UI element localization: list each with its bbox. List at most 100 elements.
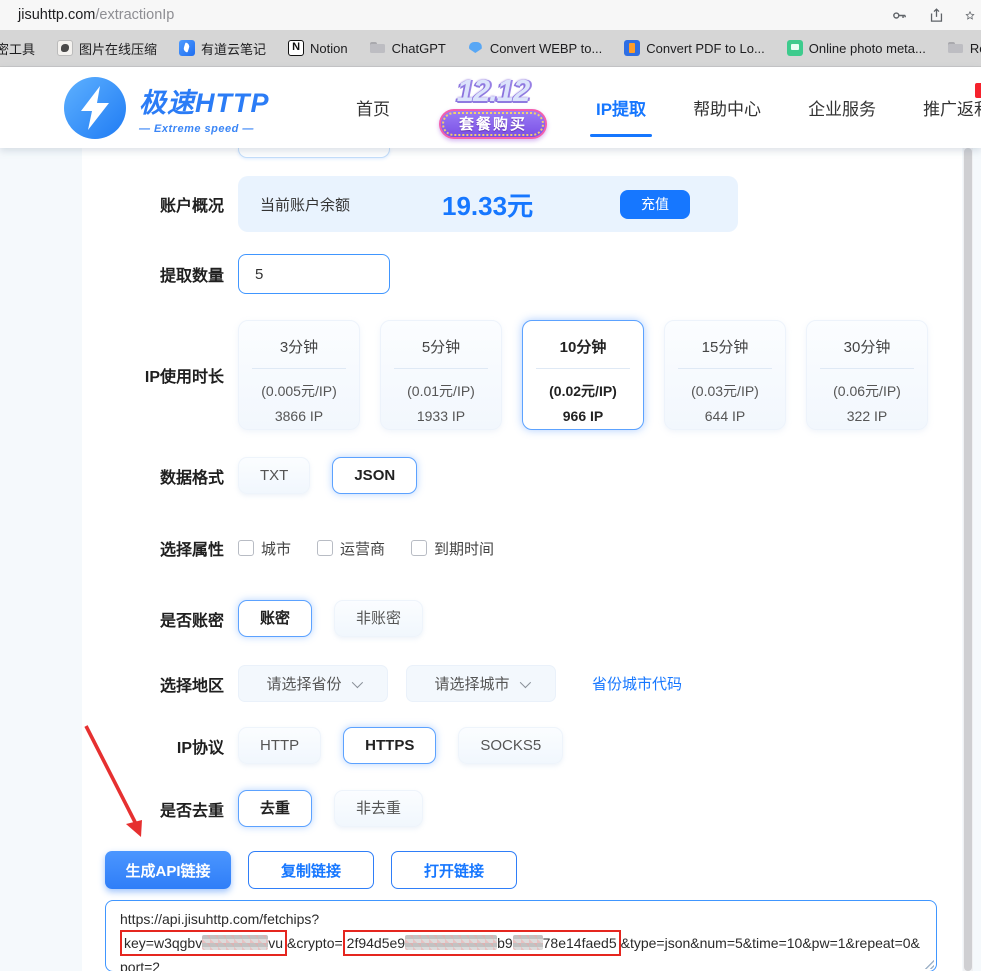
balance-value: 19.33元	[442, 190, 534, 221]
format-option-json[interactable]: JSON	[332, 457, 418, 494]
auth-row: 是否账密 账密 非账密	[82, 600, 962, 637]
account-row: 账户概况 当前账户余额 19.33元 充值	[82, 176, 962, 232]
duration-option-10min[interactable]: 10分钟 (0.02元/IP) 966 IP	[522, 320, 644, 430]
webp-converter-icon	[468, 40, 484, 56]
nav-referral[interactable]: 推广返利	[923, 95, 981, 120]
redacted-crypto-mosaic	[405, 935, 498, 950]
logo-subtitle: — Extreme speed —	[139, 122, 254, 135]
checkbox-icon	[238, 540, 254, 556]
active-tab-underline	[590, 134, 653, 137]
bookmark-notion[interactable]: N Notion	[288, 40, 348, 56]
duration-option-3min[interactable]: 3分钟 (0.005元/IP) 3866 IP	[238, 320, 360, 430]
bookmark-youdao[interactable]: 有道云笔记	[179, 39, 266, 58]
browser-url-bar: jisuhttp.com/extractionIp	[0, 0, 981, 30]
folder-icon	[947, 40, 964, 56]
youdao-note-icon	[179, 40, 196, 56]
dedupe-option-no[interactable]: 非去重	[334, 790, 424, 827]
duration-option-15min[interactable]: 15分钟 (0.03元/IP) 644 IP	[664, 320, 786, 430]
account-label: 账户概况	[159, 198, 224, 215]
api-url-line3: port=2	[120, 959, 161, 971]
region-row: 选择地区 请选择省份 请选择城市 省份城市代码	[82, 665, 962, 702]
auth-label: 是否账密	[159, 612, 224, 630]
password-key-icon[interactable]	[891, 7, 908, 24]
protocol-option-https[interactable]: HTTPS	[343, 727, 437, 764]
province-city-code-link[interactable]: 省份城市代码	[592, 673, 682, 694]
site-header: 极速HTTP — Extreme speed — 首页 12.12 套餐购买 I…	[0, 67, 981, 148]
protocol-option-http[interactable]: HTTP	[238, 727, 322, 764]
region-label: 选择地区	[159, 677, 224, 695]
promo-banner-1212[interactable]: 12.12 套餐购买	[437, 72, 549, 141]
share-icon[interactable]	[928, 7, 945, 24]
promo-pill: 套餐购买	[439, 108, 547, 139]
generate-api-link-button[interactable]: 生成API链接	[105, 851, 231, 889]
checkbox-expire-time[interactable]: 到期时间	[411, 538, 494, 559]
bookmark-chatgpt[interactable]: ChatGPT	[369, 40, 446, 56]
checkbox-city[interactable]: 城市	[238, 538, 291, 559]
format-option-txt[interactable]: TXT	[238, 457, 311, 494]
scrollbar-thumb[interactable]	[964, 148, 972, 971]
recharge-button[interactable]: 充值	[620, 189, 690, 219]
resize-grip-icon[interactable]	[923, 958, 934, 969]
bookmarks-bar: 密工具 图片在线压缩 有道云笔记 NNotion ChatGPT Convert…	[0, 30, 981, 67]
quantity-input[interactable]	[238, 254, 390, 294]
promo-1212-text: 12.12	[456, 72, 531, 108]
folder-icon	[369, 40, 386, 56]
bookmark-image-compress[interactable]: 图片在线压缩	[57, 39, 157, 58]
bookmark-convert-pdf[interactable]: Convert PDF to Lo...	[624, 40, 765, 56]
api-url-line2: key=w3qgbv vu &crypto= 2f94d5e9 b9 78e14faed5…	[120, 930, 922, 956]
quantity-row: 提取数量	[82, 254, 962, 294]
nav-enterprise[interactable]: 企业服务	[808, 95, 876, 120]
bookmark-convert-webp[interactable]: Convert WEBP to...	[468, 40, 602, 56]
format-row: 数据格式 TXT JSON	[82, 457, 962, 494]
notion-icon: N	[288, 40, 305, 56]
image-compress-icon	[57, 40, 74, 56]
nav-help-center[interactable]: 帮助中心	[693, 95, 761, 120]
protocol-row: IP协议 HTTP HTTPS SOCKS5	[82, 727, 962, 764]
page-scrollbar[interactable]	[963, 148, 973, 971]
actions-row: 生成API链接 复制链接 打开链接	[82, 851, 962, 889]
api-url-line1: https://api.jisuhttp.com/fetchips?	[120, 911, 320, 927]
checkbox-carrier[interactable]: 运营商	[317, 538, 385, 559]
city-select[interactable]: 请选择城市	[406, 665, 556, 702]
province-select[interactable]: 请选择省份	[238, 665, 388, 702]
checkbox-icon	[411, 540, 428, 556]
checkbox-icon	[317, 540, 334, 556]
bookmark-relakkes[interactable]: Relakkes	[947, 40, 981, 56]
redacted-crypto-mosaic	[512, 935, 543, 950]
pdf-converter-icon	[624, 40, 641, 56]
duration-option-30min[interactable]: 30分钟 (0.06元/IP) 322 IP	[806, 320, 928, 430]
partial-star-icon[interactable]	[965, 7, 975, 24]
duration-option-5min[interactable]: 5分钟 (0.01元/IP) 1933 IP	[380, 320, 502, 430]
nav-notification-badge	[975, 83, 981, 98]
balance-label: 当前账户余额	[260, 196, 351, 214]
bookmark-partial[interactable]: 密工具	[0, 39, 35, 58]
protocol-label: IP协议	[176, 739, 224, 757]
extraction-form-card: 账户概况 当前账户余额 19.33元 充值 提取数量 IP使用时长 3分钟 (0…	[82, 148, 962, 971]
dedupe-row: 是否去重 去重 非去重	[82, 790, 962, 827]
attributes-row: 选择属性 城市 运营商 到期时间	[82, 536, 962, 560]
api-url-textarea[interactable]: https://api.jisuhttp.com/fetchips? key=w…	[105, 900, 937, 971]
dedupe-label: 是否去重	[159, 802, 224, 820]
key-redaction-highlight: key=w3qgbv vu	[120, 930, 288, 956]
bookmark-photo-meta[interactable]: Online photo meta...	[786, 40, 926, 56]
chevron-down-icon	[519, 676, 531, 688]
lightning-logo-icon	[64, 76, 126, 139]
logo-title: 极速HTTP	[139, 87, 270, 118]
nav-home[interactable]: 首页	[356, 95, 390, 120]
duration-row: IP使用时长 3分钟 (0.005元/IP) 3866 IP 5分钟 (0.01…	[82, 320, 962, 430]
site-logo[interactable]: 极速HTTP — Extreme speed —	[64, 76, 356, 139]
protocol-option-socks5[interactable]: SOCKS5	[458, 727, 564, 764]
auth-option-no-account[interactable]: 非账密	[334, 600, 424, 637]
open-link-button[interactable]: 打开链接	[391, 851, 517, 889]
quantity-label: 提取数量	[159, 268, 224, 285]
url-host: jisuhttp.com	[18, 7, 96, 23]
dedupe-option-yes[interactable]: 去重	[238, 790, 313, 827]
crypto-redaction-highlight: 2f94d5e9 b9 78e14faed5	[342, 930, 621, 956]
address-bar[interactable]: jisuhttp.com/extractionIp	[18, 7, 174, 23]
nav-ip-extract[interactable]: IP提取	[590, 95, 653, 137]
copy-link-button[interactable]: 复制链接	[248, 851, 374, 889]
auth-option-account[interactable]: 账密	[238, 600, 313, 637]
photo-meta-icon	[786, 40, 803, 56]
chevron-down-icon	[351, 676, 363, 688]
main-nav: 首页 12.12 套餐购买 IP提取 帮助中心 企业服务 推广返利	[356, 72, 981, 141]
